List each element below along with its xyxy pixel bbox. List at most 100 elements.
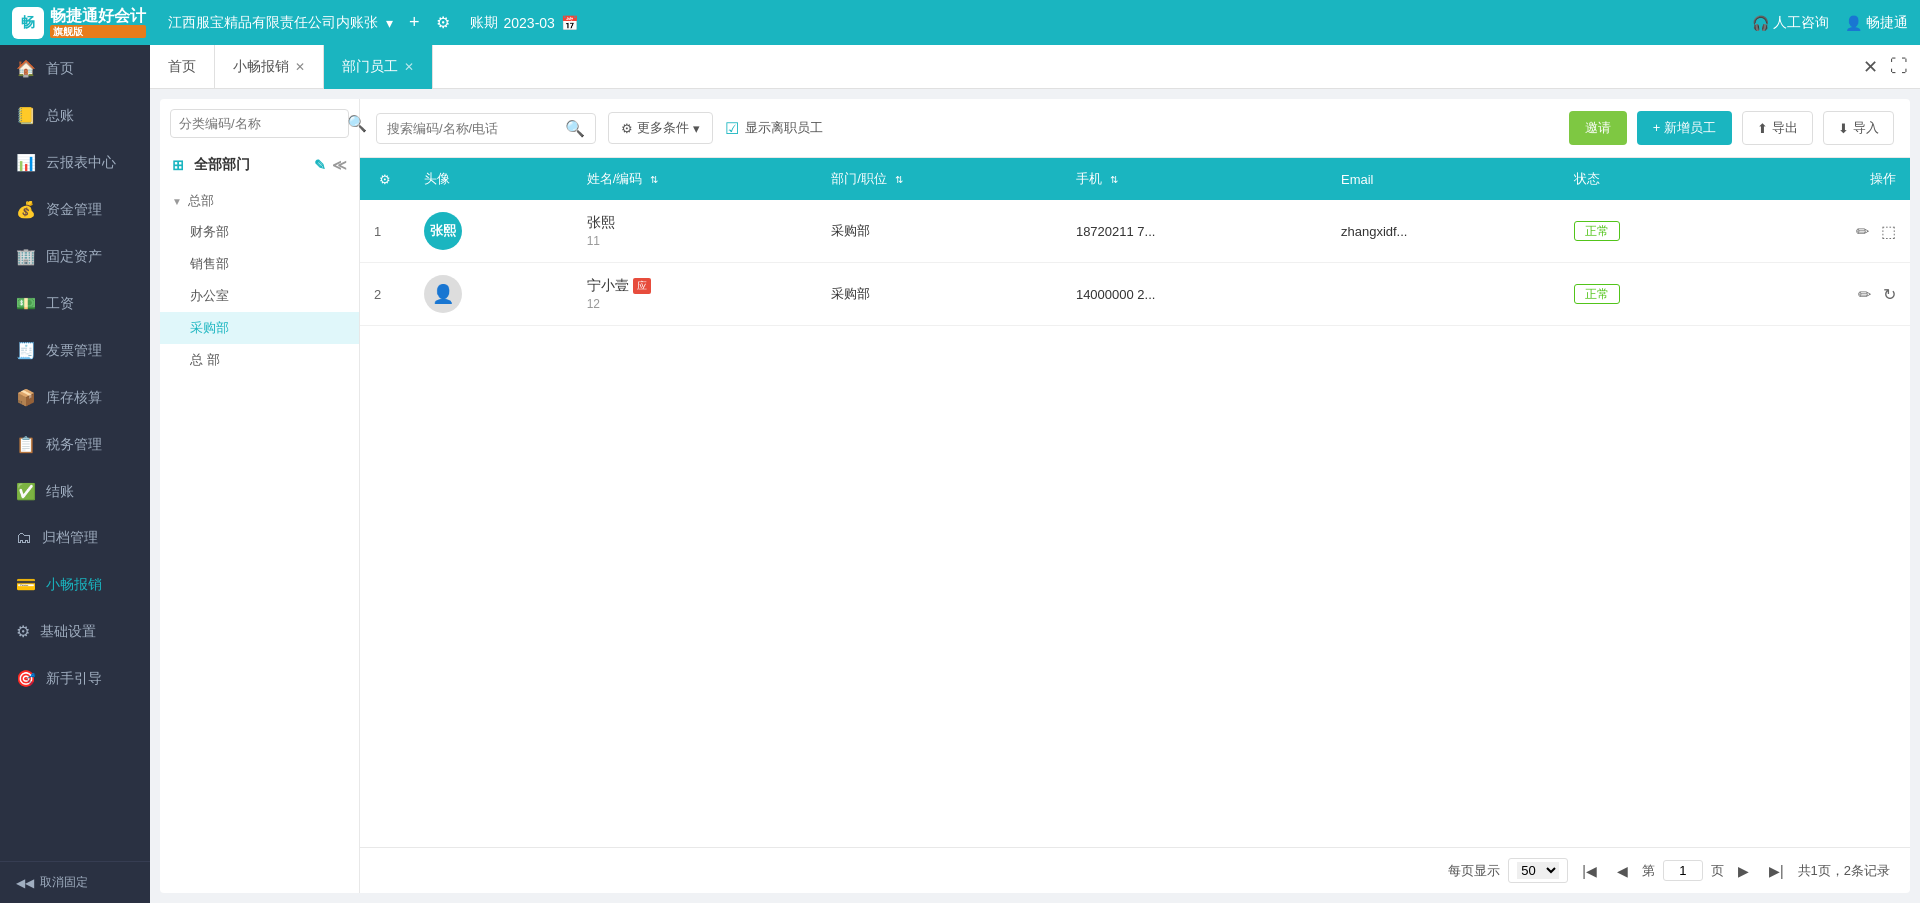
prev-page-button[interactable]: ◀ <box>1611 861 1634 881</box>
sidebar-item-expense[interactable]: 💳 小畅报销 <box>0 561 150 608</box>
per-page-select[interactable]: 50 100 200 <box>1508 858 1568 883</box>
top-bar-actions: 🎧 人工咨询 👤 畅捷通 <box>1752 14 1908 32</box>
col-phone[interactable]: 手机 ⇅ <box>1062 158 1327 200</box>
page-number-input[interactable] <box>1663 860 1703 881</box>
dept-search-input[interactable] <box>179 116 347 131</box>
pin-icon: ◀◀ <box>16 876 34 890</box>
tab-expense-close-icon[interactable]: ✕ <box>295 60 305 74</box>
col-dept[interactable]: 部门/职位 ⇅ <box>817 158 1062 200</box>
tab-dept-close-icon[interactable]: ✕ <box>404 60 414 74</box>
sidebar-label-tax: 税务管理 <box>46 436 102 454</box>
add-company-icon[interactable]: + <box>409 12 420 33</box>
dept-group-title-headquarters[interactable]: ▼ 总部 <box>160 186 359 216</box>
dept-panel: 🔍 ⊞ 全部部门 ✎ ≪ ▼ 总部 财务 <box>160 99 360 893</box>
tab-expense[interactable]: 小畅报销 ✕ <box>215 45 324 89</box>
setting-icon: ⚙ <box>16 622 30 641</box>
tab-home[interactable]: 首页 <box>150 45 215 89</box>
edit-dept-icon[interactable]: ✎ <box>314 157 326 173</box>
sidebar-item-settle[interactable]: ✅ 结账 <box>0 468 150 515</box>
logout-employee-1-icon[interactable]: ⬚ <box>1881 222 1896 241</box>
sidebar-item-guide[interactable]: 🎯 新手引导 <box>0 655 150 702</box>
sidebar-item-general[interactable]: 📒 总账 <box>0 92 150 139</box>
import-button[interactable]: ⬇ 导入 <box>1823 111 1894 145</box>
next-page-button[interactable]: ▶ <box>1732 861 1755 881</box>
dropdown-arrow-icon[interactable]: ▾ <box>386 15 393 31</box>
invite-button[interactable]: 邀请 <box>1569 111 1627 145</box>
sidebar-item-fund[interactable]: 💰 资金管理 <box>0 186 150 233</box>
company-name[interactable]: 江西服宝精品有限责任公司内账张 ▾ + ⚙ <box>168 12 450 33</box>
headset-icon: 🎧 <box>1752 15 1769 31</box>
emp-table: ⚙ 头像 姓名/编码 ⇅ 部门/职位 ⇅ 手机 ⇅ Email 状态 操作 <box>360 158 1910 847</box>
emp-search-box[interactable]: 🔍 <box>376 113 596 144</box>
salary-icon: 💵 <box>16 294 36 313</box>
actions-cell-1: ✏ ⬚ <box>1742 200 1910 263</box>
sidebar-item-setting[interactable]: ⚙ 基础设置 <box>0 608 150 655</box>
tab-home-label: 首页 <box>168 58 196 76</box>
tab-dept[interactable]: 部门员工 ✕ <box>324 45 433 89</box>
settle-icon: ✅ <box>16 482 36 501</box>
sidebar-item-invoice[interactable]: 🧾 发票管理 <box>0 327 150 374</box>
last-page-button[interactable]: ▶| <box>1763 861 1790 881</box>
sidebar-label-salary: 工资 <box>46 295 74 313</box>
sidebar-label-invoice: 发票管理 <box>46 342 102 360</box>
edit-employee-1-icon[interactable]: ✏ <box>1856 222 1869 241</box>
calendar-icon[interactable]: 📅 <box>561 15 578 31</box>
sidebar-label-settle: 结账 <box>46 483 74 501</box>
action-buttons: 邀请 + 新增员工 ⬆ 导出 ⬇ 导入 <box>1569 111 1894 145</box>
sidebar-label-guide: 新手引导 <box>46 670 102 688</box>
sidebar-label-inventory: 库存核算 <box>46 389 102 407</box>
dept-child-finance[interactable]: 财务部 <box>160 216 359 248</box>
collapse-icon[interactable]: ≪ <box>332 157 347 173</box>
sidebar-item-home[interactable]: 🏠 首页 <box>0 45 150 92</box>
general-icon: 📒 <box>16 106 36 125</box>
filter-button[interactable]: ⚙ 更多条件 ▾ <box>608 112 713 144</box>
edit-employee-2-icon[interactable]: ✏ <box>1858 285 1871 304</box>
total-records: 共1页，2条记录 <box>1798 862 1890 880</box>
add-employee-button[interactable]: + 新增员工 <box>1637 111 1732 145</box>
first-page-button[interactable]: |◀ <box>1576 861 1603 881</box>
close-window-icon[interactable]: ✕ <box>1863 56 1878 78</box>
email-cell-2 <box>1327 263 1560 326</box>
show-resigned-toggle[interactable]: ☑ 显示离职员工 <box>725 119 823 138</box>
export-button[interactable]: ⬆ 导出 <box>1742 111 1813 145</box>
phone-cell-2: 14000000 2... <box>1062 263 1327 326</box>
pagination: 每页显示 50 100 200 |◀ ◀ 第 页 ▶ ▶| <box>360 847 1910 893</box>
settings-icon[interactable]: ⚙ <box>436 13 450 32</box>
dept-header-icons: ✎ ≪ <box>314 157 347 173</box>
dept-child-office[interactable]: 办公室 <box>160 280 359 312</box>
table-row: 2 👤 宁小壹 应 <box>360 263 1910 326</box>
sidebar-label-fund: 资金管理 <box>46 201 102 219</box>
dept-child-general-dept[interactable]: 总 部 <box>160 344 359 376</box>
col-avatar: 头像 <box>410 158 573 200</box>
status-cell-2: 正常 <box>1560 263 1742 326</box>
cancel-pin-button[interactable]: ◀◀ 取消固定 <box>0 861 150 903</box>
sidebar-item-asset[interactable]: 🏢 固定资产 <box>0 233 150 280</box>
sidebar-item-report[interactable]: 📊 云报表中心 <box>0 139 150 186</box>
asset-icon: 🏢 <box>16 247 36 266</box>
avatar-2: 👤 <box>424 275 462 313</box>
sidebar-item-archive[interactable]: 🗂 归档管理 <box>0 515 150 561</box>
inventory-icon: 📦 <box>16 388 36 407</box>
phone-cell-1: 18720211 7... <box>1062 200 1327 263</box>
user-menu[interactable]: 👤 畅捷通 <box>1845 14 1908 32</box>
dept-all-header[interactable]: ⊞ 全部部门 ✎ ≪ <box>160 148 359 182</box>
col-settings[interactable]: ⚙ <box>360 158 410 200</box>
emp-toolbar: 🔍 ⚙ 更多条件 ▾ ☑ 显示离职员工 邀请 + 新增员工 <box>360 99 1910 158</box>
per-page-dropdown[interactable]: 50 100 200 <box>1517 862 1559 879</box>
col-name[interactable]: 姓名/编码 ⇅ <box>573 158 818 200</box>
refresh-employee-2-icon[interactable]: ↻ <box>1883 285 1896 304</box>
dept-child-purchase[interactable]: 采购部 <box>160 312 359 344</box>
period-selector[interactable]: 账期 2023-03 📅 <box>470 14 578 32</box>
emp-search-icon[interactable]: 🔍 <box>565 119 585 138</box>
emp-search-input[interactable] <box>387 121 559 136</box>
dept-search-box[interactable]: 🔍 <box>170 109 349 138</box>
sidebar-item-tax[interactable]: 📋 税务管理 <box>0 421 150 468</box>
dept-child-sales[interactable]: 销售部 <box>160 248 359 280</box>
consult-button[interactable]: 🎧 人工咨询 <box>1752 14 1829 32</box>
sidebar-item-inventory[interactable]: 📦 库存核算 <box>0 374 150 421</box>
expand-icon[interactable]: ⛶ <box>1890 56 1908 78</box>
main-layout: 🏠 首页 📒 总账 📊 云报表中心 💰 资金管理 🏢 固定资产 💵 工资 🧾 发… <box>0 45 1920 903</box>
row-num-2: 2 <box>360 263 410 326</box>
sidebar-item-salary[interactable]: 💵 工资 <box>0 280 150 327</box>
email-cell-1: zhangxidf... <box>1327 200 1560 263</box>
